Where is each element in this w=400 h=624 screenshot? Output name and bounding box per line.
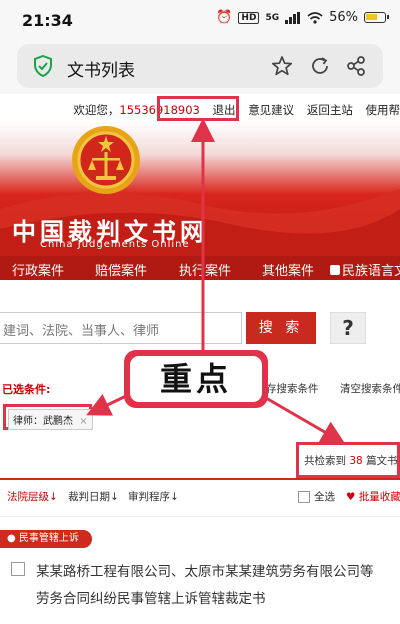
help-link[interactable]: 使用帮 bbox=[366, 103, 400, 117]
top-user-nav: 欢迎您，15536918903 退出 意见建议 返回主站 使用帮 bbox=[64, 102, 400, 118]
nav-item-ethnic-language[interactable]: 民族语言文 bbox=[330, 260, 400, 279]
result-suffix: 篇文书 bbox=[366, 455, 398, 467]
nav-item-ethnic-language-label: 民族语言文 bbox=[342, 264, 400, 279]
category-nav: 行政案件 赔偿案件 执行案件 其他案件 民族语言文 bbox=[0, 256, 400, 280]
select-all-label: 全选 bbox=[314, 491, 335, 503]
nav-item-compensation[interactable]: 赔偿案件 bbox=[95, 260, 147, 279]
sort-court-level[interactable]: 法院层级↓ bbox=[7, 489, 58, 504]
result-prefix: 共检索到 bbox=[304, 455, 346, 467]
nav-item-administrative[interactable]: 行政案件 bbox=[12, 260, 64, 279]
status-time: 21:34 bbox=[22, 11, 73, 30]
welcome-text: 欢迎您， bbox=[73, 103, 120, 117]
dot-icon: ● bbox=[7, 533, 16, 544]
nav-item-other[interactable]: 其他案件 bbox=[262, 260, 314, 279]
battery-icon bbox=[364, 12, 389, 23]
close-icon[interactable]: × bbox=[79, 416, 87, 427]
heart-icon: ♥ bbox=[346, 491, 356, 503]
user-phone-link[interactable]: 15536918903 bbox=[119, 103, 199, 117]
sort-date[interactable]: 裁判日期↓ bbox=[68, 489, 119, 504]
reload-icon[interactable] bbox=[309, 55, 331, 77]
home-link[interactable]: 返回主站 bbox=[307, 103, 353, 117]
nav-item-enforcement[interactable]: 执行案件 bbox=[179, 260, 231, 279]
sort-procedure[interactable]: 审判程序↓ bbox=[128, 489, 179, 504]
clear-search-link[interactable]: 清空搜索条件 bbox=[340, 381, 400, 396]
site-header: 欢迎您，15536918903 退出 意见建议 返回主站 使用帮 中国裁判文书网… bbox=[0, 94, 400, 256]
share-icon[interactable] bbox=[345, 55, 367, 77]
result-number: 38 bbox=[349, 455, 363, 467]
save-search-link[interactable]: 存搜索条件 bbox=[266, 381, 319, 396]
case-type-badge: ● 民事管辖上诉 bbox=[0, 530, 92, 548]
flag-icon bbox=[330, 264, 340, 275]
selected-conditions-label: 已选条件: bbox=[2, 383, 51, 396]
hd-icon: HD bbox=[238, 11, 260, 24]
search-button[interactable]: 搜 索 bbox=[246, 312, 316, 344]
wifi-icon bbox=[307, 11, 323, 24]
case-title-link[interactable]: 某某路桥工程有限公司、太原市某某建筑劳务有限公司等劳务合同纠纷民事管辖上诉管辖裁… bbox=[36, 559, 386, 613]
page-title: 文书列表 bbox=[67, 61, 135, 81]
network-label: 5G bbox=[265, 12, 280, 23]
star-icon[interactable] bbox=[271, 55, 293, 77]
results-divider bbox=[0, 478, 400, 480]
annotation-label: 重点 bbox=[130, 356, 262, 402]
browser-toolbar: 文书列表 bbox=[0, 40, 400, 94]
select-all-checkbox[interactable] bbox=[298, 490, 310, 503]
feedback-link[interactable]: 意见建议 bbox=[248, 103, 294, 117]
row-separator bbox=[0, 516, 400, 517]
case-checkbox[interactable] bbox=[11, 562, 25, 576]
status-bar: 21:34 ⏰ HD 5G 56% bbox=[0, 0, 400, 40]
shield-check-icon bbox=[34, 55, 52, 77]
logout-link[interactable]: 退出 bbox=[213, 103, 236, 117]
case-type-label: 民事管辖上诉 bbox=[18, 533, 79, 544]
result-count: 共检索到 38 篇文书 bbox=[296, 442, 400, 478]
search-input[interactable]: 建词、法院、当事人、律师 bbox=[0, 312, 242, 344]
court-emblem-icon bbox=[72, 126, 140, 194]
battery-percent: 56% bbox=[329, 10, 358, 25]
signal-icon bbox=[285, 11, 301, 24]
select-all[interactable]: 全选 bbox=[298, 489, 335, 504]
site-logo-en: China Judgements Online bbox=[40, 239, 190, 250]
highlight-box-tag: 律师：武鹏杰 × bbox=[3, 404, 93, 430]
filter-tag-label: 律师：武鹏杰 bbox=[13, 416, 73, 427]
status-icons: ⏰ HD 5G 56% bbox=[216, 10, 389, 25]
filter-tag-lawyer[interactable]: 律师：武鹏杰 × bbox=[8, 409, 93, 430]
batch-favorite-label: 批量收藏 bbox=[358, 491, 400, 503]
address-bar[interactable]: 文书列表 bbox=[17, 44, 383, 88]
help-button[interactable]: ? bbox=[330, 312, 366, 344]
batch-favorite-button[interactable]: ♥ 批量收藏 bbox=[346, 489, 400, 504]
alarm-icon: ⏰ bbox=[216, 10, 233, 25]
annotation-callout: 重点 bbox=[124, 350, 268, 408]
